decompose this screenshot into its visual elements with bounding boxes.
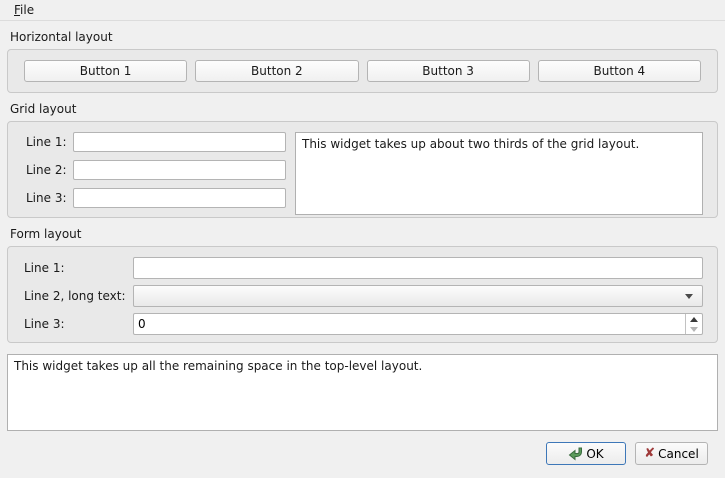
spinbox-down-button[interactable] <box>686 324 702 334</box>
grid-line1-input[interactable] <box>73 132 286 152</box>
spinbox-up-button[interactable] <box>686 314 702 324</box>
menu-file-rest: ile <box>20 3 35 17</box>
button-3[interactable]: Button 3 <box>366 60 530 82</box>
dialog-button-row: OK ✘ Cancel <box>7 442 718 465</box>
ok-button[interactable]: OK <box>546 442 626 465</box>
group-title-form-layout: Form layout <box>10 227 82 241</box>
form-row-line3: Line 3: <box>24 313 703 335</box>
grid-line3-input[interactable] <box>73 188 286 208</box>
menu-bar: File <box>0 0 725 21</box>
chevron-down-icon <box>685 293 693 299</box>
grid-row-line2: Line 2: <box>26 160 286 180</box>
form-row-line2: Line 2, long text: <box>24 285 703 307</box>
group-title-horizontal-layout: Horizontal layout <box>10 30 113 44</box>
grid-line3-label: Line 3: <box>26 191 67 205</box>
arrow-up-icon <box>690 316 698 322</box>
cancel-button[interactable]: ✘ Cancel <box>635 442 708 465</box>
button-4[interactable]: Button 4 <box>537 60 701 82</box>
grid-row-line1: Line 1: <box>26 132 286 152</box>
grid-textedit[interactable]: This widget takes up about two thirds of… <box>295 132 703 215</box>
ok-button-label: OK <box>586 446 604 461</box>
green-return-arrow-icon <box>569 447 583 461</box>
dialog-content: Horizontal layout Button 1 Button 2 Butt… <box>0 30 725 465</box>
groupbox-form-layout: Line 1: Line 2, long text: Line 3: <box>7 246 718 343</box>
form-line2-label: Line 2, long text: <box>24 289 126 303</box>
bottom-textedit[interactable]: This widget takes up all the remaining s… <box>7 354 718 431</box>
form-line1-label: Line 1: <box>24 261 65 275</box>
grid-row-line3: Line 3: <box>26 188 286 208</box>
form-row-line1: Line 1: <box>24 257 703 279</box>
groupbox-horizontal-layout: Button 1 Button 2 Button 3 Button 4 <box>7 49 718 93</box>
menu-item-file[interactable]: File <box>10 2 38 18</box>
spinbox-arrows <box>685 314 702 334</box>
groupbox-grid-layout: Line 1: Line 2: Line 3: This widget take… <box>7 121 718 218</box>
grid-line2-input[interactable] <box>73 160 286 180</box>
form-line3-spinbox[interactable] <box>133 313 703 335</box>
grid-left-column: Line 1: Line 2: Line 3: <box>26 132 286 209</box>
arrow-down-icon <box>690 326 698 332</box>
red-cross-icon: ✘ <box>644 446 656 461</box>
form-line2-combobox[interactable] <box>133 285 703 307</box>
form-line3-label: Line 3: <box>24 317 65 331</box>
grid-line2-label: Line 2: <box>26 163 67 177</box>
spinbox-value-input[interactable] <box>134 314 685 334</box>
cancel-button-label: Cancel <box>658 446 699 461</box>
button-1[interactable]: Button 1 <box>24 60 188 82</box>
form-line1-input[interactable] <box>133 257 703 279</box>
button-2[interactable]: Button 2 <box>195 60 359 82</box>
group-title-grid-layout: Grid layout <box>10 102 77 116</box>
grid-line1-label: Line 1: <box>26 135 67 149</box>
